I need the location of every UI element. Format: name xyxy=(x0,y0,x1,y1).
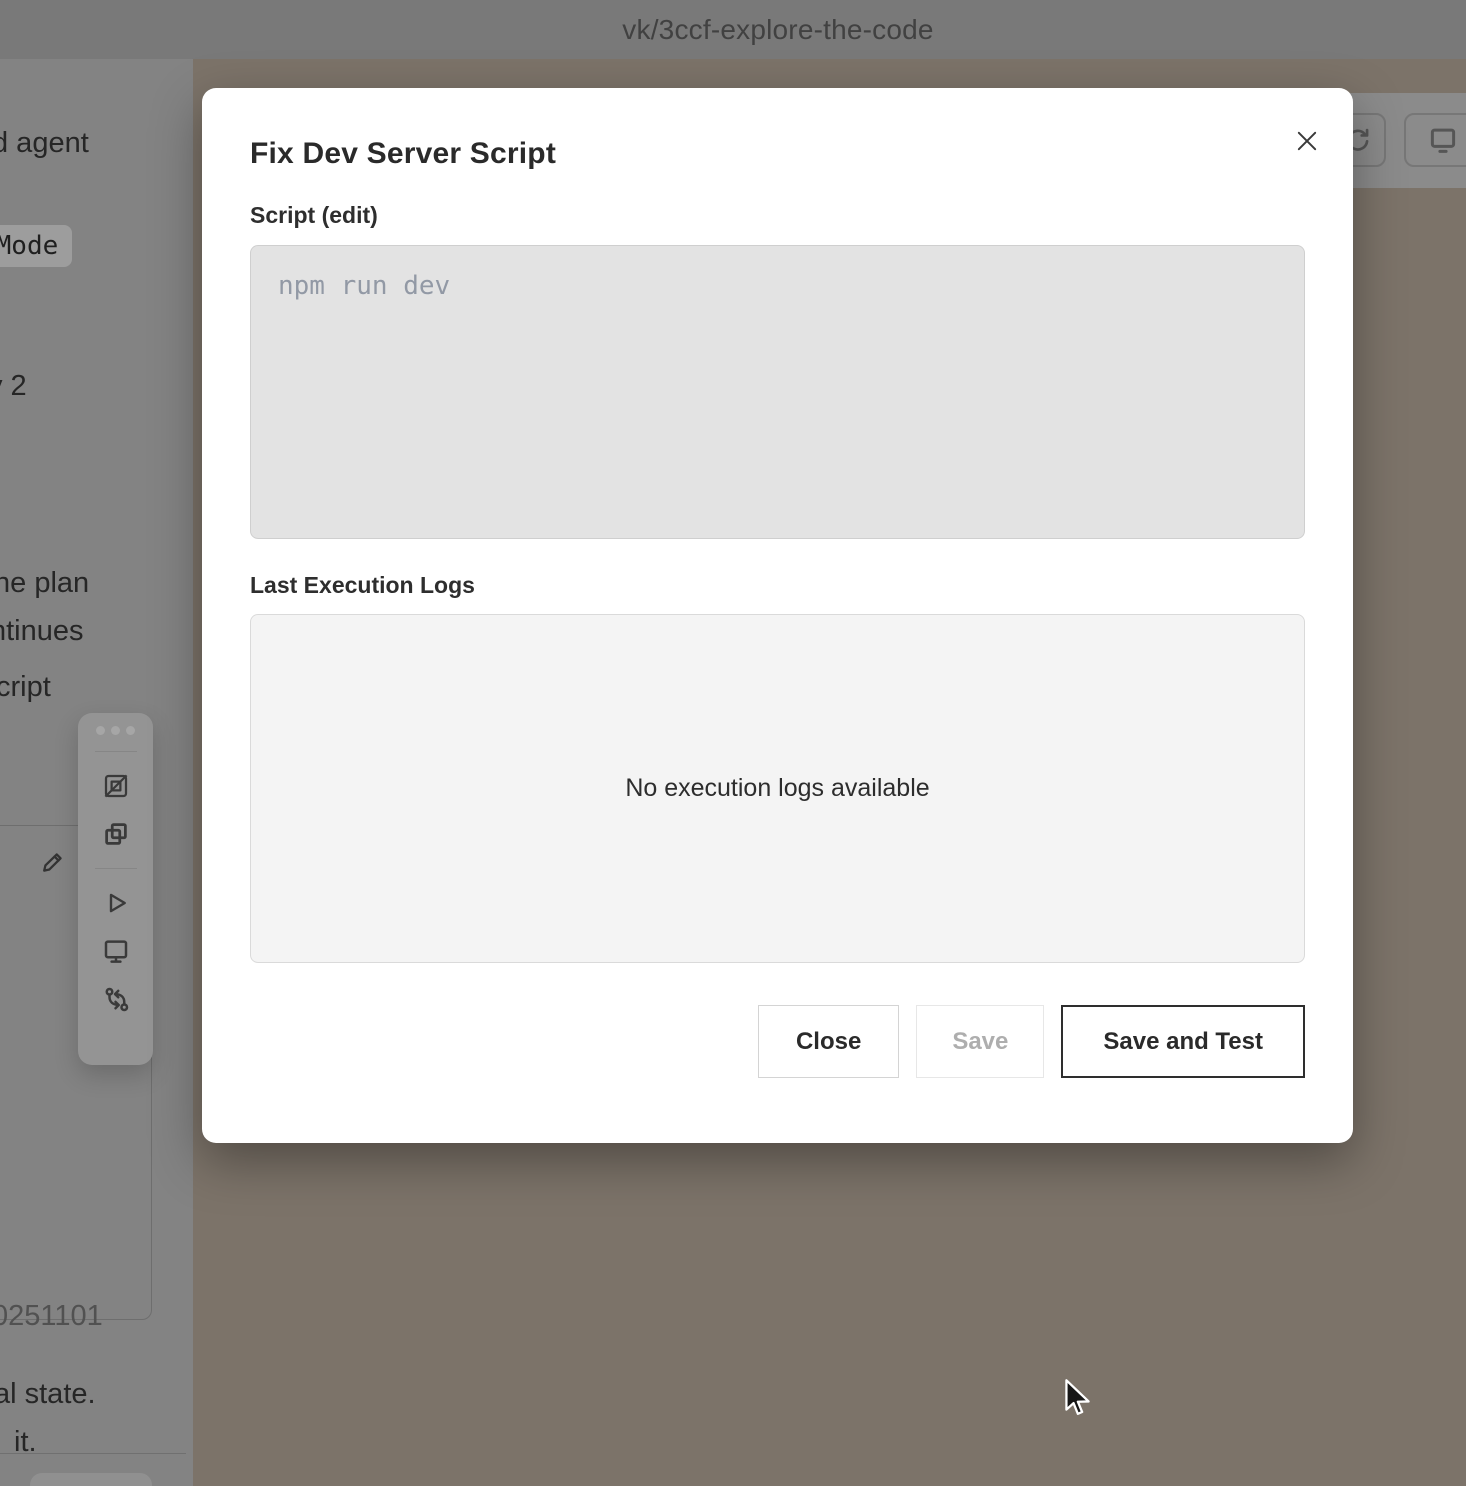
sidebar-bottom-button[interactable] xyxy=(30,1473,152,1486)
toolbar-divider xyxy=(94,868,137,869)
logs-label: Last Execution Logs xyxy=(250,572,475,598)
zen-mode-button[interactable] xyxy=(94,764,138,808)
session-id-fragment: 0251101 xyxy=(0,1300,103,1332)
window-titlebar: vk/3ccf-explore-the-code xyxy=(0,0,1466,59)
edit-button[interactable] xyxy=(33,842,73,882)
script-input[interactable] xyxy=(250,245,1305,539)
script-label: Script (edit) xyxy=(250,202,378,228)
play-icon xyxy=(101,888,131,918)
chat-text-fragment: al state. xyxy=(0,1378,96,1410)
modal-title: Fix Dev Server Script xyxy=(250,137,557,170)
monitor-icon xyxy=(1426,123,1460,157)
monitor-icon xyxy=(101,936,131,966)
sidebar-divider xyxy=(0,1453,186,1454)
logs-empty-text: No execution logs available xyxy=(625,774,930,802)
preview-button[interactable] xyxy=(94,929,138,973)
zen-slash-icon xyxy=(101,771,131,801)
copy-button[interactable] xyxy=(94,812,138,856)
code-chip: nMode xyxy=(0,225,73,267)
save-button[interactable]: Save xyxy=(916,1005,1045,1078)
branch-title: vk/3ccf-explore-the-code xyxy=(622,13,934,45)
mouse-cursor-icon xyxy=(1055,1376,1095,1416)
toolbar-divider xyxy=(94,751,137,752)
open-preview-button[interactable] xyxy=(1404,113,1466,167)
close-button[interactable]: Close xyxy=(757,1005,900,1078)
chat-sidebar: d agent nMode y 2 he plan ntinues cript xyxy=(0,59,193,1486)
modal-footer: Close Save Save and Test xyxy=(250,1005,1305,1078)
close-icon[interactable] xyxy=(1287,121,1327,161)
chat-text-fragment: cript xyxy=(0,671,51,703)
copy-icon xyxy=(101,819,131,849)
floating-toolbar xyxy=(78,713,153,1065)
code-chip-label: nMode xyxy=(0,231,59,261)
save-and-test-button[interactable]: Save and Test xyxy=(1061,1005,1305,1078)
drag-handle-icon[interactable] xyxy=(96,726,135,735)
pencil-icon xyxy=(37,846,69,878)
chat-text-fragment: y 2 xyxy=(0,370,27,402)
chat-text-fragment: ntinues xyxy=(0,615,84,647)
run-button[interactable] xyxy=(94,881,138,925)
branch-swap-icon xyxy=(101,984,131,1014)
fix-dev-server-modal: Fix Dev Server Script Script (edit) Last… xyxy=(202,88,1353,1143)
chat-text-fragment: d agent xyxy=(0,127,89,159)
logs-box: No execution logs available xyxy=(250,614,1305,963)
branch-button[interactable] xyxy=(94,977,138,1021)
chat-text-fragment: it. xyxy=(14,1426,37,1458)
chat-text-fragment: he plan xyxy=(0,567,90,599)
